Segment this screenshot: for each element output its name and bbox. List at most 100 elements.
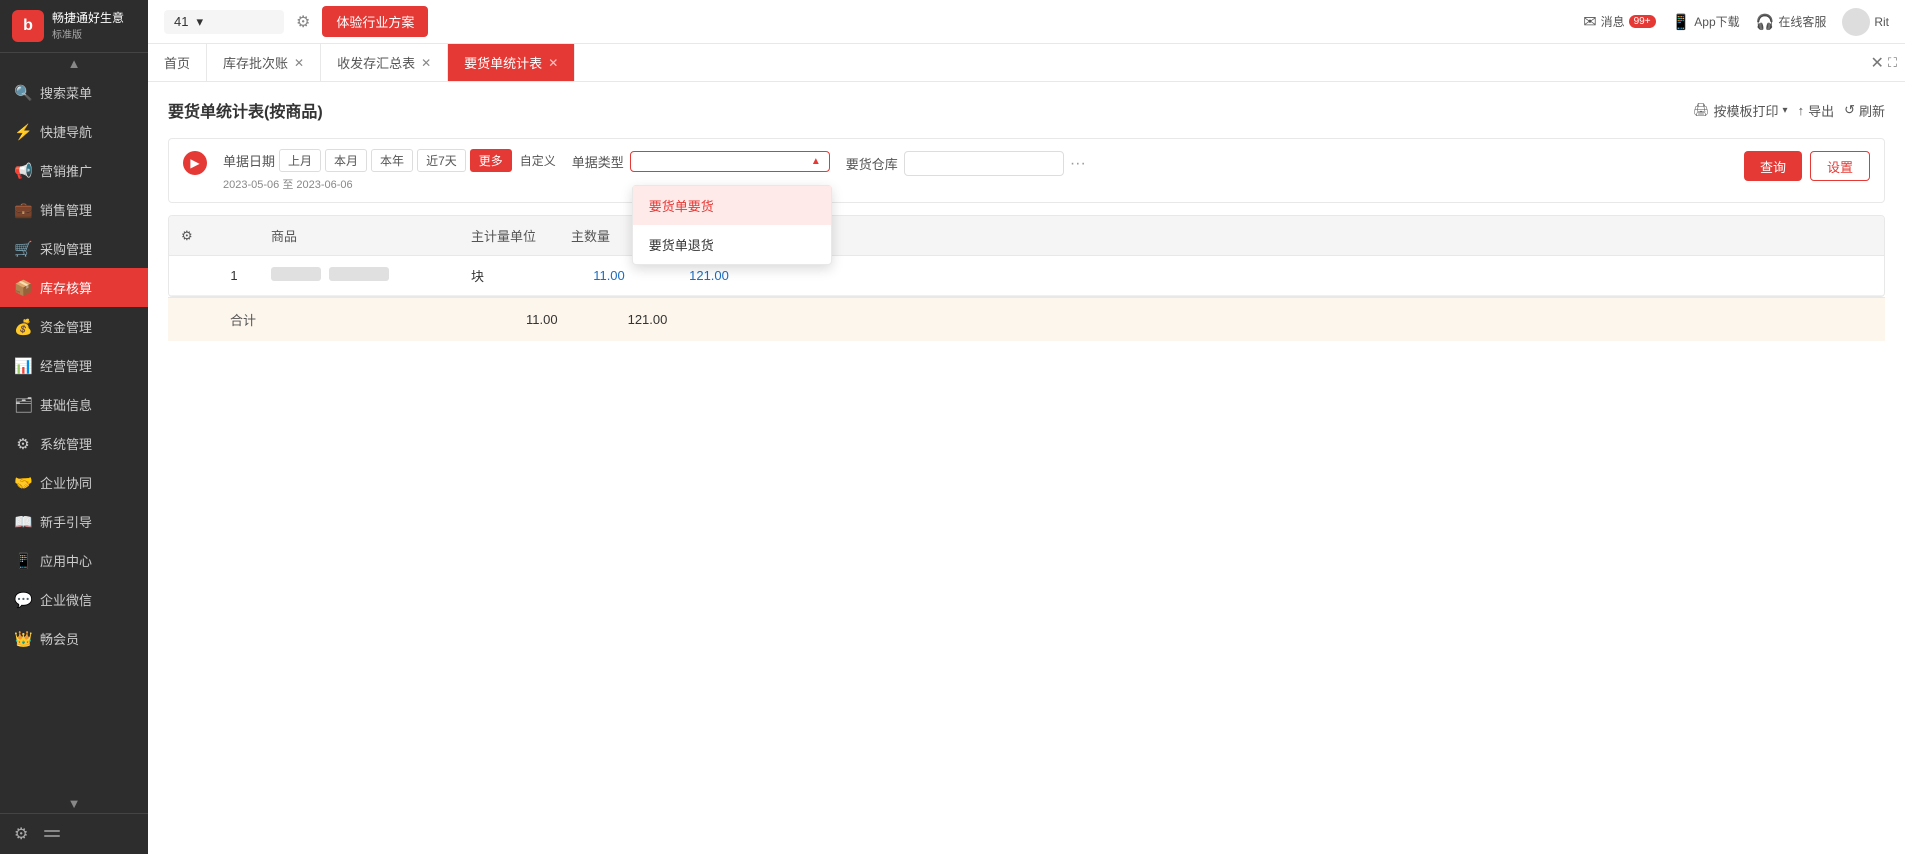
dropdown-item-order[interactable]: 要货单要货	[633, 186, 831, 225]
tab-order-stats[interactable]: 要货单统计表 ✕	[448, 44, 575, 81]
sidebar-item-search[interactable]: 🔍 搜索菜单	[0, 73, 148, 112]
sidebar-item-guide-label: 新手引导	[40, 512, 92, 531]
sidebar-item-operations[interactable]: 📊 经营管理	[0, 346, 148, 385]
sidebar-item-sales[interactable]: 💼 销售管理	[0, 190, 148, 229]
finance-icon: 💰	[14, 318, 32, 336]
sidebar: b 畅捷通好生意 标准版 ▲ 🔍 搜索菜单 ⚡ 快捷导航 📢 营销推广 💼 销售…	[0, 0, 148, 854]
sidebar-item-purchase[interactable]: 🛒 采购管理	[0, 229, 148, 268]
tab-home[interactable]: 首页	[148, 44, 207, 81]
settings-button[interactable]: 设置	[1810, 151, 1870, 181]
date-btn-this-year[interactable]: 本年	[371, 149, 413, 172]
online-service-btn[interactable]: 🎧 在线客服	[1756, 13, 1827, 31]
product-placeholder-1	[271, 267, 321, 281]
filter-bar: ▶ 单据日期 上月 本月 本年 近7天 更多 自定义	[168, 138, 1885, 203]
query-button[interactable]: 查询	[1744, 151, 1802, 181]
inventory-icon: 📦	[14, 279, 32, 297]
sidebar-item-marketing[interactable]: 📢 营销推广	[0, 151, 148, 190]
message-btn[interactable]: ✉ 消息 99+	[1583, 12, 1655, 32]
sidebar-item-enterprise-label: 企业协同	[40, 473, 92, 492]
row-extra-cell	[759, 256, 1884, 296]
settings-icon[interactable]: ⚙	[14, 824, 28, 844]
warehouse-more-icon[interactable]: ···	[1070, 155, 1086, 173]
date-custom-btn[interactable]: 自定义	[520, 152, 556, 169]
sidebar-bottom: ⚙	[0, 813, 148, 854]
export-btn[interactable]: ↑ 导出	[1798, 101, 1835, 120]
sidebar-item-basic-label: 基础信息	[40, 395, 92, 414]
filter-toggle-btn[interactable]: ▶	[183, 151, 207, 175]
date-btn-more[interactable]: 更多	[470, 149, 512, 172]
tab-expand-btn[interactable]: ⛶	[1888, 55, 1897, 71]
data-table: ⚙ 商品 主计量单位 主数量 零售金额 1	[169, 216, 1884, 296]
sidebar-item-wechat[interactable]: 💬 企业微信	[0, 580, 148, 619]
warehouse-input[interactable]	[904, 151, 1064, 176]
col-header-extra	[759, 216, 1884, 256]
sidebar-item-inventory[interactable]: 📦 库存核算	[0, 268, 148, 307]
app-download-btn[interactable]: 📱 App下载	[1672, 13, 1740, 31]
tabs-bar: 首页 库存批次账 ✕ 收发存汇总表 ✕ 要货单统计表 ✕ ✕ ⛶	[148, 44, 1905, 82]
logo-area: b 畅捷通好生意 标准版	[0, 0, 148, 53]
date-btn-last-month[interactable]: 上月	[279, 149, 321, 172]
print-btn[interactable]: 🖨 按模板打印 ▾	[1693, 101, 1788, 120]
tab-order-stats-label: 要货单统计表	[464, 53, 542, 72]
date-filter-group: 单据日期 上月 本月 本年 近7天 更多 自定义 2023-05-06 至 20…	[223, 149, 556, 192]
sidebar-item-finance[interactable]: 💰 资金管理	[0, 307, 148, 346]
sidebar-scroll-down[interactable]: ▼	[0, 793, 148, 813]
tab-recv-summary-close[interactable]: ✕	[421, 56, 431, 70]
warehouse-filter-group: 要货仓库 ···	[846, 151, 1086, 176]
sidebar-item-vip[interactable]: 👑 畅会员	[0, 619, 148, 658]
col-header-settings[interactable]: ⚙	[169, 216, 209, 256]
logo-icon: b	[12, 10, 44, 42]
column-settings-icon[interactable]: ⚙	[181, 228, 193, 243]
col-header-product: 商品	[259, 216, 459, 256]
sidebar-item-enterprise[interactable]: 🤝 企业协同	[0, 463, 148, 502]
tab-recv-summary[interactable]: 收发存汇总表 ✕	[321, 44, 448, 81]
page-title-row: 要货单统计表(按商品) 🖨 按模板打印 ▾ ↑ 导出 ↺ 刷新	[168, 98, 1885, 122]
table-header-row: ⚙ 商品 主计量单位 主数量 零售金额	[169, 216, 1884, 256]
row-unit-cell: 块	[459, 256, 559, 296]
tab-inventory-batch-close[interactable]: ✕	[294, 56, 304, 70]
sidebar-collapse-btn[interactable]	[44, 830, 60, 838]
industry-btn[interactable]: 体验行业方案	[322, 6, 428, 37]
sidebar-item-system[interactable]: ⚙ 系统管理	[0, 424, 148, 463]
sidebar-item-basic[interactable]: 🗂 基础信息	[0, 385, 148, 424]
user-avatar-area[interactable]: Rit	[1842, 8, 1889, 36]
sidebar-item-sales-label: 销售管理	[40, 200, 92, 219]
sidebar-item-vip-label: 畅会员	[40, 629, 79, 648]
dropdown-item-return[interactable]: 要货单退货	[633, 225, 831, 264]
sidebar-scroll-up[interactable]: ▲	[0, 53, 148, 73]
operations-icon: 📊	[14, 357, 32, 375]
tab-order-stats-close[interactable]: ✕	[548, 56, 558, 70]
logo-sub: 标准版	[52, 26, 124, 41]
type-select[interactable]: ▲	[630, 151, 830, 172]
sidebar-item-search-label: 搜索菜单	[40, 83, 92, 102]
date-btn-last-7-days[interactable]: 近7天	[417, 149, 466, 172]
store-selector[interactable]: 41 ▾	[164, 10, 284, 34]
sidebar-item-app-center[interactable]: 📱 应用中心	[0, 541, 148, 580]
sidebar-item-quick-nav[interactable]: ⚡ 快捷导航	[0, 112, 148, 151]
tab-inventory-batch[interactable]: 库存批次账 ✕	[207, 44, 321, 81]
col-header-index	[209, 216, 259, 256]
date-btn-this-month[interactable]: 本月	[325, 149, 367, 172]
row-product-cell	[259, 256, 459, 296]
sidebar-item-guide[interactable]: 📖 新手引导	[0, 502, 148, 541]
tab-close-all-btn[interactable]: ✕	[1870, 53, 1883, 73]
logo-title: 畅捷通好生意	[52, 11, 124, 27]
footer-label: 合计	[230, 310, 256, 329]
message-icon: ✉	[1583, 12, 1596, 32]
print-arrow-icon: ▾	[1783, 105, 1788, 116]
table-container: ⚙ 商品 主计量单位 主数量 零售金额 1	[168, 215, 1885, 297]
sidebar-item-operations-label: 经营管理	[40, 356, 92, 375]
tab-recv-summary-label: 收发存汇总表	[337, 53, 415, 72]
refresh-icon: ↺	[1844, 102, 1855, 118]
date-range: 2023-05-06 至 2023-06-06	[223, 176, 556, 192]
type-label: 单据类型	[572, 152, 624, 171]
guide-icon: 📖	[14, 513, 32, 531]
sidebar-item-wechat-label: 企业微信	[40, 590, 92, 609]
settings-gear-icon[interactable]: ⚙	[296, 12, 310, 32]
main-area: 41 ▾ ⚙ 体验行业方案 ✉ 消息 99+ 📱 App下载 🎧 在线客服 Ri…	[148, 0, 1905, 854]
refresh-btn[interactable]: ↺ 刷新	[1844, 101, 1885, 120]
row-settings-cell	[169, 256, 209, 296]
sidebar-item-inventory-label: 库存核算	[40, 278, 92, 297]
system-icon: ⚙	[14, 435, 32, 453]
message-badge: 99+	[1629, 15, 1656, 28]
